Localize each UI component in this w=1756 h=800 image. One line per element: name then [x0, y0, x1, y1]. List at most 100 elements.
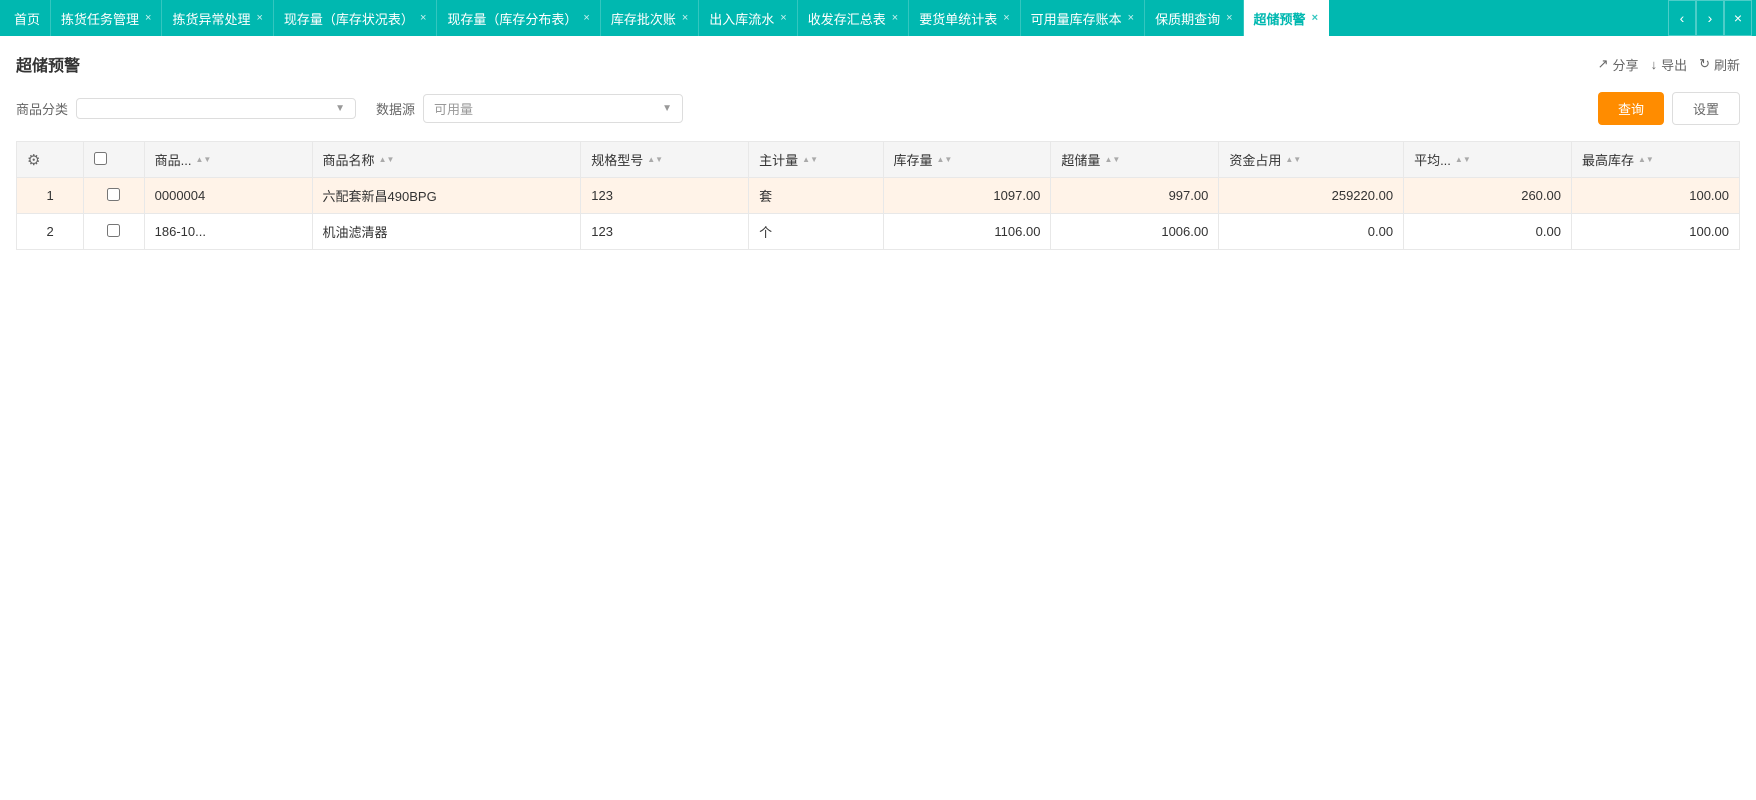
page-title: 超储预警 — [16, 52, 80, 76]
datasource-select[interactable]: 可用量 ▼ — [423, 94, 683, 123]
row-name: 机油滤清器 — [312, 214, 581, 250]
row-maxstock: 100.00 — [1571, 214, 1739, 250]
nav-tab-picking-exception[interactable]: 拣货异常处理 × — [162, 0, 273, 36]
refresh-button[interactable]: ↻ 刷新 — [1699, 55, 1740, 74]
row-code: 0000004 — [144, 178, 312, 214]
table-row: 2 186-10... 机油滤清器 123 个 1106.00 1006.00 … — [17, 214, 1740, 250]
gear-icon[interactable]: ⚙ — [27, 152, 40, 169]
row-unit: 个 — [749, 214, 883, 250]
sort-arrows-icon: ▲▼ — [1455, 156, 1471, 164]
row-code: 186-10... — [144, 214, 312, 250]
th-code[interactable]: 商品... ▲▼ — [144, 142, 312, 178]
table-header: ⚙ 商品... ▲▼ 商品名称 ▲▼ — [17, 142, 1740, 178]
top-nav: 首页 拣货任务管理 × 拣货异常处理 × 现存量（库存状况表） × 现存量（库存… — [0, 0, 1756, 36]
datasource-filter-group: 数据源 可用量 ▼ — [376, 94, 683, 123]
close-icon[interactable]: × — [1312, 12, 1318, 24]
category-select[interactable]: ▼ — [76, 98, 356, 119]
nav-tab-available-stock[interactable]: 可用量库存账本 × — [1021, 0, 1145, 36]
th-spec[interactable]: 规格型号 ▲▼ — [581, 142, 749, 178]
filter-actions: 查询 设置 — [1598, 92, 1740, 125]
close-icon[interactable]: × — [1003, 12, 1009, 24]
th-avg[interactable]: 平均... ▲▼ — [1404, 142, 1572, 178]
sort-arrows-icon: ▲▼ — [1638, 156, 1654, 164]
sort-arrows-icon: ▲▼ — [647, 156, 663, 164]
share-icon: ↗ — [1598, 56, 1609, 72]
row-checkbox[interactable] — [107, 224, 120, 237]
chevron-down-icon: ▼ — [662, 103, 672, 114]
select-all-checkbox[interactable] — [94, 152, 107, 165]
row-spec: 123 — [581, 178, 749, 214]
nav-prev-button[interactable]: ‹ — [1668, 0, 1696, 36]
share-button[interactable]: ↗ 分享 — [1598, 55, 1639, 74]
nav-tab-inventory-status[interactable]: 现存量（库存状况表） × — [274, 0, 437, 36]
close-icon[interactable]: × — [256, 12, 262, 24]
close-icon[interactable]: × — [682, 12, 688, 24]
nav-close-button[interactable]: × — [1724, 0, 1752, 36]
row-index: 2 — [17, 214, 84, 250]
th-capital[interactable]: 资金占用 ▲▼ — [1219, 142, 1404, 178]
table-body: 1 0000004 六配套新昌490BPG 123 套 1097.00 997.… — [17, 178, 1740, 250]
nav-tab-batch-account[interactable]: 库存批次账 × — [601, 0, 699, 36]
close-icon[interactable]: × — [1128, 12, 1134, 24]
datasource-filter-label: 数据源 — [376, 99, 415, 118]
nav-tab-summary[interactable]: 收发存汇总表 × — [798, 0, 909, 36]
page-header: 超储预警 ↗ 分享 ↓ 导出 ↻ 刷新 — [16, 52, 1740, 76]
sort-arrows-icon: ▲▼ — [195, 156, 211, 164]
row-avg: 0.00 — [1404, 214, 1572, 250]
close-icon[interactable]: × — [780, 12, 786, 24]
th-over[interactable]: 超储量 ▲▼ — [1051, 142, 1219, 178]
row-checkbox[interactable] — [107, 188, 120, 201]
nav-tab-order-stats[interactable]: 要货单统计表 × — [909, 0, 1020, 36]
row-over: 997.00 — [1051, 178, 1219, 214]
settings-button[interactable]: 设置 — [1672, 92, 1740, 125]
header-actions: ↗ 分享 ↓ 导出 ↻ 刷新 — [1598, 55, 1740, 74]
chevron-down-icon: ▼ — [335, 103, 345, 114]
row-checkbox-cell — [84, 214, 144, 250]
nav-tab-home[interactable]: 首页 — [4, 0, 51, 36]
sort-arrows-icon: ▲▼ — [1104, 156, 1120, 164]
nav-tab-shelf-life[interactable]: 保质期查询 × — [1145, 0, 1243, 36]
query-button[interactable]: 查询 — [1598, 92, 1664, 125]
th-settings: ⚙ — [17, 142, 84, 178]
table-row: 1 0000004 六配套新昌490BPG 123 套 1097.00 997.… — [17, 178, 1740, 214]
row-capital: 259220.00 — [1219, 178, 1404, 214]
row-stock: 1097.00 — [883, 178, 1051, 214]
close-icon[interactable]: × — [145, 12, 151, 24]
page-content: 超储预警 ↗ 分享 ↓ 导出 ↻ 刷新 商品分类 ▼ 数据源 — [0, 36, 1756, 800]
nav-tab-flow[interactable]: 出入库流水 × — [699, 0, 797, 36]
row-unit: 套 — [749, 178, 883, 214]
th-checkbox — [84, 142, 144, 178]
category-filter-group: 商品分类 ▼ — [16, 98, 356, 119]
row-stock: 1106.00 — [883, 214, 1051, 250]
export-icon: ↓ — [1651, 57, 1658, 72]
row-over: 1006.00 — [1051, 214, 1219, 250]
th-stock[interactable]: 库存量 ▲▼ — [883, 142, 1051, 178]
row-maxstock: 100.00 — [1571, 178, 1739, 214]
nav-arrows: ‹ › × — [1668, 0, 1752, 36]
sort-arrows-icon: ▲▼ — [379, 156, 395, 164]
refresh-icon: ↻ — [1699, 56, 1710, 72]
nav-tab-inventory-dist[interactable]: 现存量（库存分布表） × — [437, 0, 600, 36]
th-maxstock[interactable]: 最高库存 ▲▼ — [1571, 142, 1739, 178]
close-icon[interactable]: × — [1226, 12, 1232, 24]
th-name[interactable]: 商品名称 ▲▼ — [312, 142, 581, 178]
close-icon[interactable]: × — [892, 12, 898, 24]
filter-row: 商品分类 ▼ 数据源 可用量 ▼ 查询 设置 — [16, 92, 1740, 125]
row-avg: 260.00 — [1404, 178, 1572, 214]
row-capital: 0.00 — [1219, 214, 1404, 250]
row-checkbox-cell — [84, 178, 144, 214]
export-button[interactable]: ↓ 导出 — [1651, 55, 1688, 74]
nav-tab-picking-task[interactable]: 拣货任务管理 × — [51, 0, 162, 36]
close-icon[interactable]: × — [583, 12, 589, 24]
nav-next-button[interactable]: › — [1696, 0, 1724, 36]
row-spec: 123 — [581, 214, 749, 250]
nav-tab-overstock[interactable]: 超储预警 × — [1244, 0, 1329, 36]
th-unit[interactable]: 主计量 ▲▼ — [749, 142, 883, 178]
close-icon[interactable]: × — [420, 12, 426, 24]
category-filter-label: 商品分类 — [16, 99, 68, 118]
sort-arrows-icon: ▲▼ — [937, 156, 953, 164]
row-index: 1 — [17, 178, 84, 214]
data-table: ⚙ 商品... ▲▼ 商品名称 ▲▼ — [16, 141, 1740, 250]
sort-arrows-icon: ▲▼ — [802, 156, 818, 164]
datasource-select-value: 可用量 — [434, 99, 473, 118]
